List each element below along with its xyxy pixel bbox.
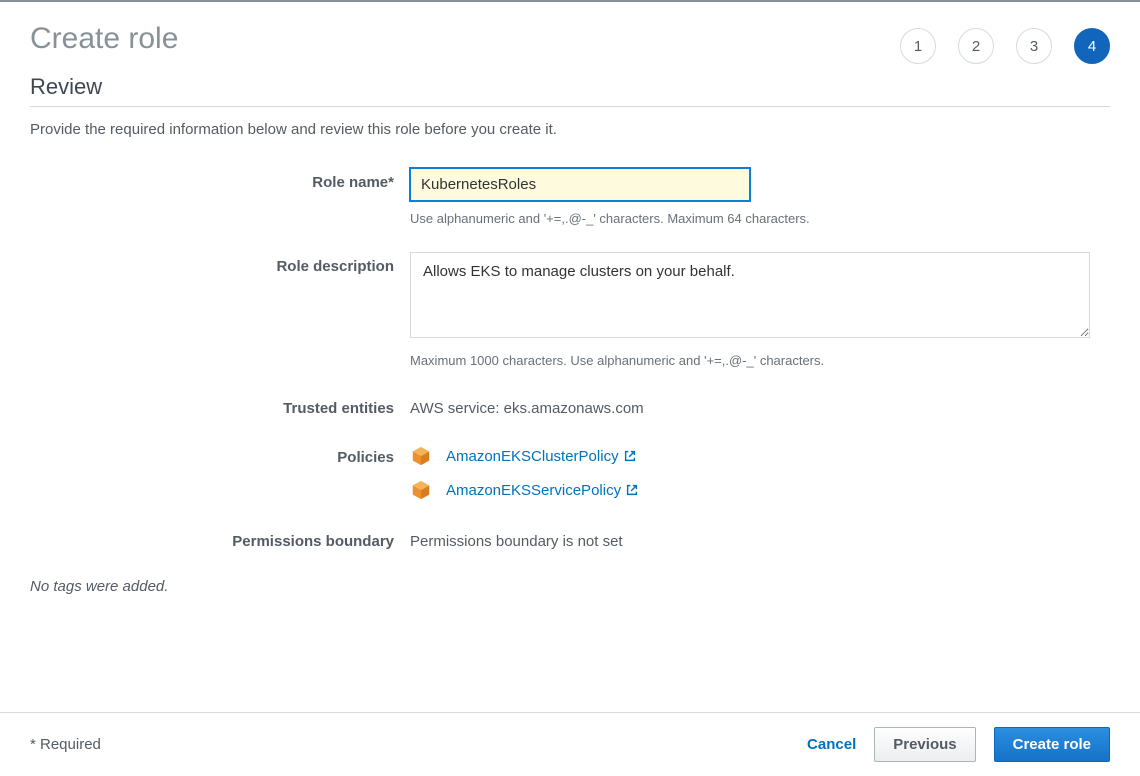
policy-item: AmazonEKSClusterPolicy xyxy=(410,445,1110,467)
section-title: Review xyxy=(30,74,1110,106)
step-2[interactable]: 2 xyxy=(958,28,994,64)
role-name-input[interactable] xyxy=(410,168,750,201)
role-description-hint: Maximum 1000 characters. Use alphanumeri… xyxy=(410,353,1110,368)
tags-note: No tags were added. xyxy=(30,578,1110,595)
external-link-icon xyxy=(625,483,639,497)
role-name-hint: Use alphanumeric and '+=,.@-_' character… xyxy=(410,211,1110,226)
policy-link-text: AmazonEKSClusterPolicy xyxy=(446,448,619,465)
policy-link-text: AmazonEKSServicePolicy xyxy=(446,482,621,499)
step-3[interactable]: 3 xyxy=(1016,28,1052,64)
policies-label: Policies xyxy=(30,443,410,466)
section-subtitle: Provide the required information below a… xyxy=(30,121,1110,138)
trusted-entities-value: AWS service: eks.amazonaws.com xyxy=(410,394,1110,417)
role-name-label: Role name* xyxy=(30,168,410,191)
policy-link[interactable]: AmazonEKSClusterPolicy xyxy=(446,448,637,465)
role-description-label: Role description xyxy=(30,252,410,275)
divider xyxy=(30,106,1110,107)
create-role-button[interactable]: Create role xyxy=(994,727,1110,762)
wizard-stepper: 1 2 3 4 xyxy=(900,22,1110,64)
required-note: * Required xyxy=(30,736,101,753)
external-link-icon xyxy=(623,449,637,463)
permissions-boundary-label: Permissions boundary xyxy=(30,527,410,550)
step-4[interactable]: 4 xyxy=(1074,28,1110,64)
previous-button[interactable]: Previous xyxy=(874,727,975,762)
policy-box-icon xyxy=(410,445,432,467)
policy-link[interactable]: AmazonEKSServicePolicy xyxy=(446,482,639,499)
step-1[interactable]: 1 xyxy=(900,28,936,64)
permissions-boundary-value: Permissions boundary is not set xyxy=(410,527,1110,550)
role-description-input[interactable]: Allows EKS to manage clusters on your be… xyxy=(410,252,1090,338)
cancel-button[interactable]: Cancel xyxy=(807,736,856,753)
trusted-entities-label: Trusted entities xyxy=(30,394,410,417)
page-title: Create role xyxy=(30,22,178,56)
policy-box-icon xyxy=(410,479,432,501)
footer-bar: * Required Cancel Previous Create role xyxy=(0,712,1140,776)
policy-item: AmazonEKSServicePolicy xyxy=(410,479,1110,501)
